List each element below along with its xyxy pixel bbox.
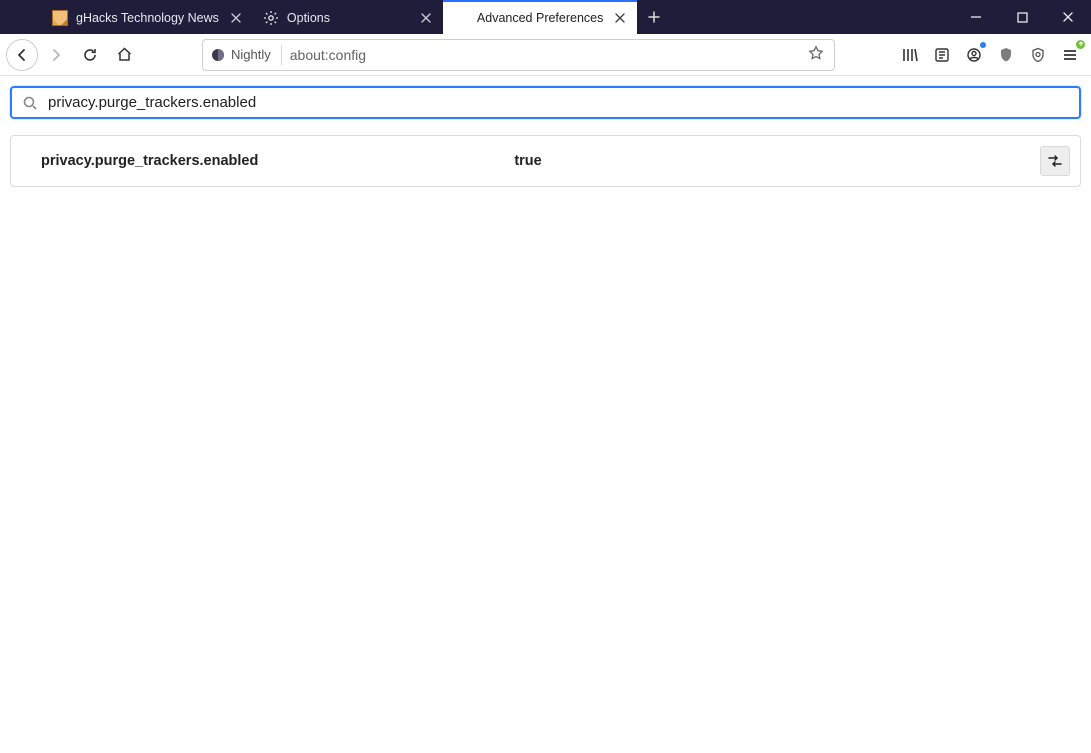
tab-options[interactable]: Options [253,0,443,34]
firefox-nightly-icon [211,48,225,62]
pref-row: privacy.purge_trackers.enabled true [10,135,1081,187]
window-controls [953,0,1091,34]
about-config-content: privacy.purge_trackers.enabled true [0,76,1091,753]
nav-toolbar: Nightly about:config [0,34,1091,76]
library-button[interactable] [895,39,925,71]
identity-label: Nightly [231,47,271,62]
blank-favicon-icon [453,10,469,26]
tab-ghacks[interactable]: gHacks Technology News [42,0,253,34]
minimize-button[interactable] [953,0,999,34]
tab-label: Advanced Preferences [477,11,603,25]
notification-dot-icon [980,42,986,48]
reader-view-icon[interactable] [927,39,957,71]
close-icon[interactable] [227,9,245,27]
ghacks-favicon-icon [52,10,68,26]
new-tab-button[interactable] [637,0,671,34]
pref-search-box[interactable] [10,86,1081,119]
gear-icon [263,10,279,26]
search-icon [22,95,38,111]
shield-protection-icon[interactable] [1023,39,1053,71]
home-button[interactable] [108,39,140,71]
maximize-button[interactable] [999,0,1045,34]
account-button[interactable] [959,39,989,71]
close-icon[interactable] [417,9,435,27]
hamburger-menu-button[interactable] [1055,39,1085,71]
title-bar: gHacks Technology News Options Advanced … [0,0,1091,34]
tab-label: Options [287,11,409,25]
bookmark-star-icon[interactable] [804,45,828,64]
pref-search-input[interactable] [48,94,1069,111]
toolbar-extension-area [845,39,1085,71]
forward-button[interactable] [40,39,72,71]
update-badge-icon [1076,40,1085,49]
shield-ublock-icon[interactable] [991,39,1021,71]
close-icon[interactable] [611,9,629,27]
pref-toggle-button[interactable] [1040,146,1070,176]
pref-name: privacy.purge_trackers.enabled [41,153,514,169]
window-close-button[interactable] [1045,0,1091,34]
reload-button[interactable] [74,39,106,71]
url-text: about:config [290,47,796,63]
pref-value: true [514,153,1040,169]
url-bar[interactable]: Nightly about:config [202,39,835,71]
tab-label: gHacks Technology News [76,11,219,25]
back-button[interactable] [6,39,38,71]
tab-advanced-preferences[interactable]: Advanced Preferences [443,0,637,34]
identity-box[interactable]: Nightly [211,45,282,65]
